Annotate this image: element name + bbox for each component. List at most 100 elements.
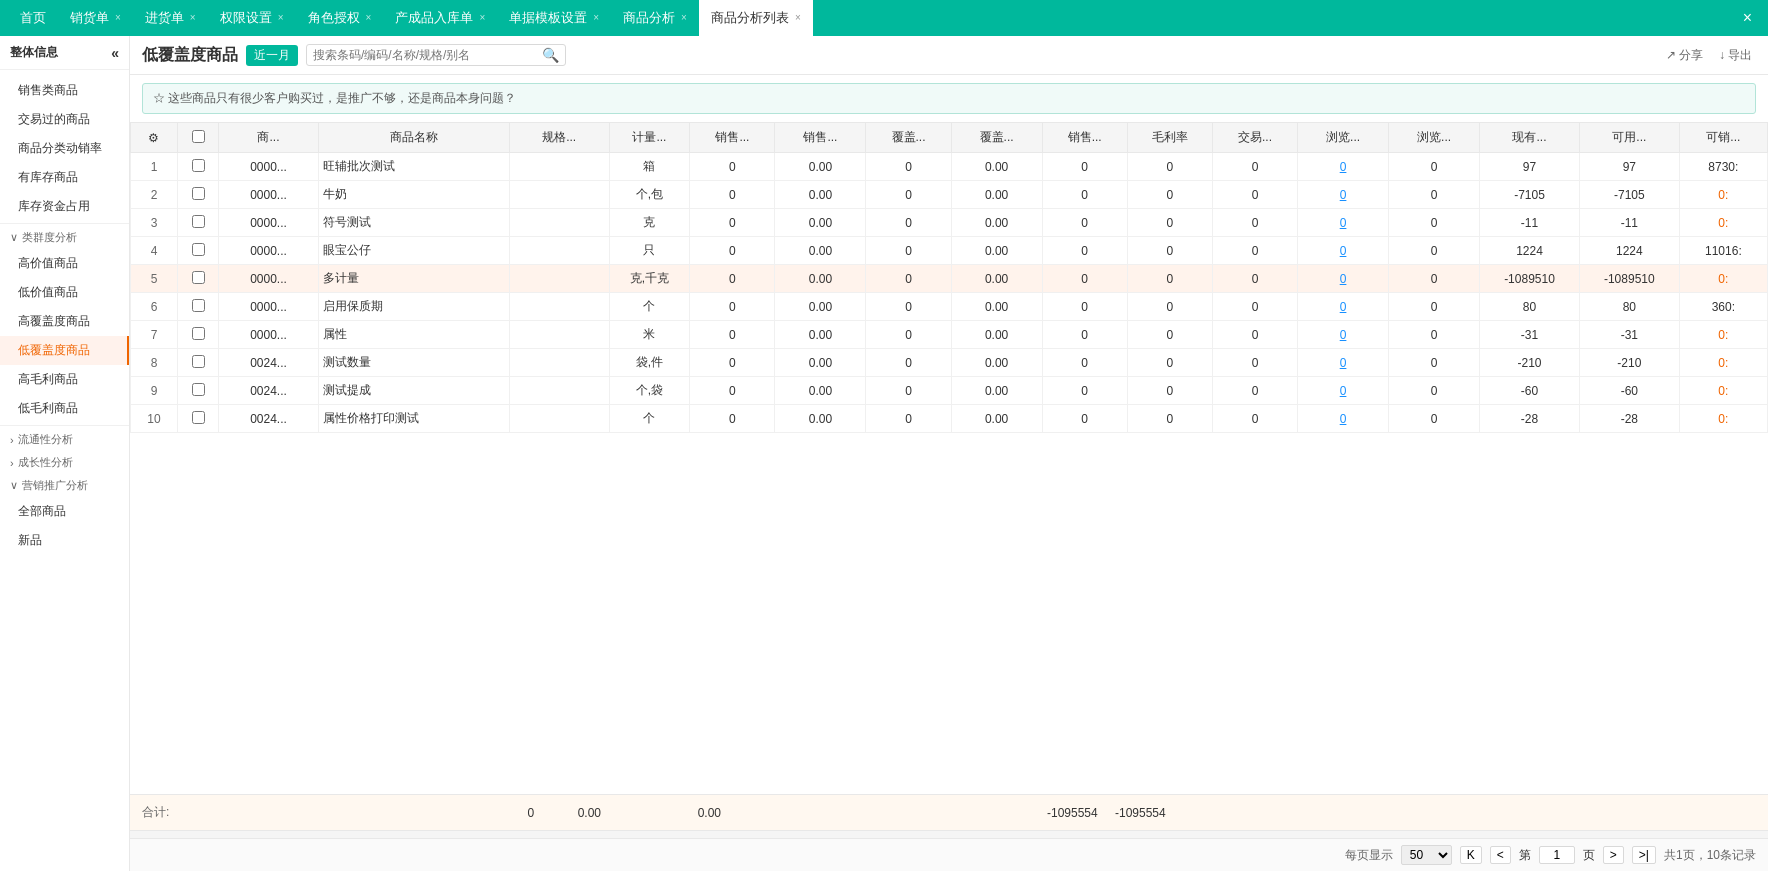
row-select-checkbox[interactable] xyxy=(192,271,205,284)
page-number-input[interactable] xyxy=(1539,846,1575,864)
last-page-btn[interactable]: >| xyxy=(1632,846,1656,864)
browse-link[interactable]: 0 xyxy=(1340,188,1347,202)
row-checkbox[interactable] xyxy=(177,209,218,237)
nav-purchase-close[interactable]: × xyxy=(190,0,196,36)
col-sales-amt-header[interactable]: 销售... xyxy=(775,123,866,153)
col-cov1-header[interactable]: 覆盖... xyxy=(866,123,951,153)
nav-template[interactable]: 单据模板设置 × xyxy=(497,0,611,36)
nav-analysis-list[interactable]: 商品分析列表 × xyxy=(699,0,813,36)
sidebar-item-high-coverage[interactable]: 高覆盖度商品 xyxy=(0,307,129,336)
nav-template-close[interactable]: × xyxy=(593,0,599,36)
row-select-checkbox[interactable] xyxy=(192,327,205,340)
browse-link[interactable]: 0 xyxy=(1340,244,1347,258)
browse-link[interactable]: 0 xyxy=(1340,412,1347,426)
row-checkbox[interactable] xyxy=(177,153,218,181)
nav-sales-close[interactable]: × xyxy=(115,0,121,36)
nav-analysis[interactable]: 商品分析 × xyxy=(611,0,699,36)
nav-purchase[interactable]: 进货单 × xyxy=(133,0,208,36)
sidebar-item-high-value[interactable]: 高价值商品 xyxy=(0,249,129,278)
sidebar-item-high-profit[interactable]: 高毛利商品 xyxy=(0,365,129,394)
search-icon[interactable]: 🔍 xyxy=(542,47,559,63)
row-select-checkbox[interactable] xyxy=(192,187,205,200)
row-checkbox[interactable] xyxy=(177,349,218,377)
select-all-checkbox[interactable] xyxy=(192,130,205,143)
col-gross-header[interactable]: 毛利率 xyxy=(1127,123,1212,153)
browse-link[interactable]: 0 xyxy=(1340,272,1347,286)
nav-permission-close[interactable]: × xyxy=(278,0,284,36)
table-container[interactable]: ⚙ 商... 商品名称 规格... 计量... 销售... 销售... 覆盖..… xyxy=(130,122,1768,794)
prev-page-btn[interactable]: < xyxy=(1490,846,1511,864)
nav-permission[interactable]: 权限设置 × xyxy=(208,0,296,36)
share-btn[interactable]: ↗ 分享 xyxy=(1662,45,1707,66)
sidebar-item-has-stock[interactable]: 有库存商品 xyxy=(0,163,129,192)
nav-warehouse-close[interactable]: × xyxy=(479,0,485,36)
col-checkbox-header[interactable] xyxy=(177,123,218,153)
sidebar-item-low-profit[interactable]: 低毛利商品 xyxy=(0,394,129,423)
browse-link[interactable]: 0 xyxy=(1340,384,1347,398)
col-cov2-header[interactable]: 覆盖... xyxy=(951,123,1042,153)
sidebar-section-marketing[interactable]: ∨ 营销推广分析 xyxy=(0,474,129,497)
nav-analysis-list-close[interactable]: × xyxy=(795,0,801,36)
col-avail-header[interactable]: 可用... xyxy=(1579,123,1679,153)
row-checkbox[interactable] xyxy=(177,237,218,265)
row-checkbox[interactable] xyxy=(177,265,218,293)
col-unit-header[interactable]: 计量... xyxy=(609,123,690,153)
col-code-header[interactable]: 商... xyxy=(219,123,319,153)
sidebar-item-traded[interactable]: 交易过的商品 xyxy=(0,105,129,134)
window-close-btn[interactable]: × xyxy=(1735,9,1760,27)
sidebar-item-sales-category[interactable]: 销售类商品 xyxy=(0,76,129,105)
sidebar-item-all-goods[interactable]: 全部商品 xyxy=(0,497,129,526)
col-name-header[interactable]: 商品名称 xyxy=(318,123,509,153)
col-settings[interactable]: ⚙ xyxy=(131,123,178,153)
col-sales-qty-header[interactable]: 销售... xyxy=(690,123,775,153)
sidebar-item-low-value[interactable]: 低价值商品 xyxy=(0,278,129,307)
row-select-checkbox[interactable] xyxy=(192,355,205,368)
row-checkbox[interactable] xyxy=(177,293,218,321)
sidebar-item-new-goods[interactable]: 新品 xyxy=(0,526,129,555)
row-checkbox[interactable] xyxy=(177,377,218,405)
browse-link[interactable]: 0 xyxy=(1340,160,1347,174)
sidebar-item-capital[interactable]: 库存资金占用 xyxy=(0,192,129,221)
row-select-checkbox[interactable] xyxy=(192,159,205,172)
search-input[interactable] xyxy=(313,48,538,62)
col-browse2-header[interactable]: 浏览... xyxy=(1389,123,1480,153)
browse-link[interactable]: 0 xyxy=(1340,216,1347,230)
col-current-header[interactable]: 现有... xyxy=(1480,123,1580,153)
nav-home[interactable]: 首页 xyxy=(8,0,58,36)
row-select-checkbox[interactable] xyxy=(192,383,205,396)
sidebar-collapse-btn[interactable]: « xyxy=(111,45,119,61)
col-sellable-header[interactable]: 可销... xyxy=(1679,123,1767,153)
nav-role[interactable]: 角色授权 × xyxy=(296,0,384,36)
sidebar-item-promo[interactable]: 商品分类动销率 xyxy=(0,134,129,163)
nav-role-close[interactable]: × xyxy=(366,0,372,36)
sidebar-section-growth[interactable]: › 成长性分析 xyxy=(0,451,129,474)
date-filter-btn[interactable]: 近一月 xyxy=(246,45,298,66)
nav-warehouse[interactable]: 产成品入库单 × xyxy=(383,0,497,36)
row-checkbox[interactable] xyxy=(177,405,218,433)
col-sales2-header[interactable]: 销售... xyxy=(1042,123,1127,153)
row-select-checkbox[interactable] xyxy=(192,299,205,312)
browse-link[interactable]: 0 xyxy=(1340,356,1347,370)
row-sellable: 0: xyxy=(1679,181,1767,209)
browse-link[interactable]: 0 xyxy=(1340,328,1347,342)
row-checkbox[interactable] xyxy=(177,181,218,209)
sidebar-section-flow[interactable]: › 流通性分析 xyxy=(0,428,129,451)
sidebar-item-low-coverage[interactable]: 低覆盖度商品 xyxy=(0,336,129,365)
browse-link[interactable]: 0 xyxy=(1340,300,1347,314)
next-page-btn[interactable]: > xyxy=(1603,846,1624,864)
first-page-btn[interactable]: K xyxy=(1460,846,1482,864)
col-spec-header[interactable]: 规格... xyxy=(509,123,609,153)
row-select-checkbox[interactable] xyxy=(192,215,205,228)
page-size-select[interactable]: 50 20 100 200 xyxy=(1401,845,1452,865)
horizontal-scrollbar[interactable] xyxy=(130,830,1768,838)
row-gross-rate: 0 xyxy=(1127,209,1212,237)
nav-sales[interactable]: 销货单 × xyxy=(58,0,133,36)
row-checkbox[interactable] xyxy=(177,321,218,349)
col-browse1-header[interactable]: 浏览... xyxy=(1298,123,1389,153)
sidebar-section-quality[interactable]: ∨ 类群度分析 xyxy=(0,226,129,249)
col-trans-header[interactable]: 交易... xyxy=(1212,123,1297,153)
row-select-checkbox[interactable] xyxy=(192,411,205,424)
export-btn[interactable]: ↓ 导出 xyxy=(1715,45,1756,66)
row-select-checkbox[interactable] xyxy=(192,243,205,256)
nav-analysis-close[interactable]: × xyxy=(681,0,687,36)
